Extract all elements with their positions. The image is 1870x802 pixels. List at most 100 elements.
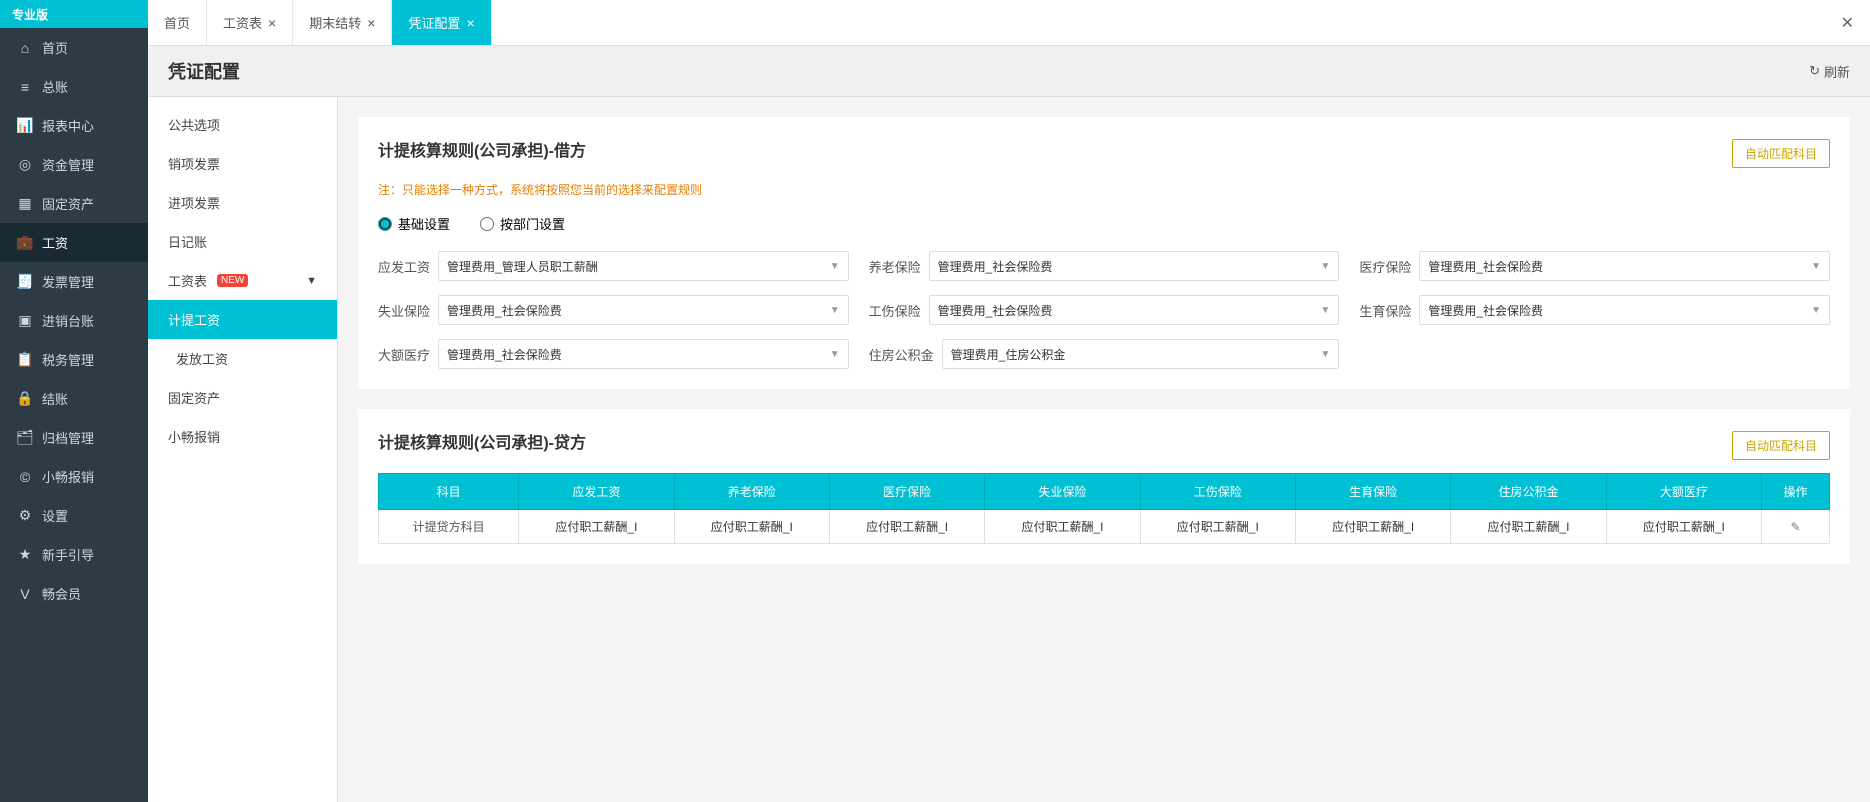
- select-yingfa[interactable]: 管理费用_管理人员职工薪酬 ▼: [438, 251, 849, 281]
- td-yiliao: 应付职工薪酬_I: [829, 510, 984, 544]
- sidebar-item-invoice[interactable]: 🧾 发票管理: [0, 262, 148, 301]
- td-gjj: 应付职工薪酬_I: [1451, 510, 1606, 544]
- credit-auto-match-button[interactable]: 自动匹配科目: [1732, 431, 1830, 460]
- select-yanglao[interactable]: 管理费用_社会保险费 ▼: [929, 251, 1340, 281]
- menu-item-input-invoice[interactable]: 进项发票: [148, 183, 337, 222]
- tab-salary-close[interactable]: ×: [268, 15, 276, 31]
- main-area: 首页 工资表 × 期末结转 × 凭证配置 × ✕ 凭证配置 ↻ 刷新 公共选项: [148, 0, 1870, 802]
- sidebar-item-settings[interactable]: ⚙ 设置: [0, 496, 148, 535]
- field-shiye: 失业保险 管理费用_社会保险费 ▼: [378, 295, 849, 325]
- debit-row-1: 应发工资 管理费用_管理人员职工薪酬 ▼ 养老保险 管理费用_社会保险费 ▼: [378, 251, 1830, 281]
- sidebar-item-close[interactable]: 🔒 结账: [0, 379, 148, 418]
- refresh-button[interactable]: ↻ 刷新: [1809, 62, 1850, 81]
- radio-department-input[interactable]: [480, 217, 494, 231]
- th-gongshang: 工伤保险: [1140, 474, 1295, 510]
- menu-item-fixed-assets[interactable]: 固定资产: [148, 378, 337, 417]
- window-close-icon[interactable]: ✕: [1841, 15, 1854, 32]
- menu-journal-label: 日记账: [168, 232, 207, 251]
- select-gjj[interactable]: 管理费用_住房公积金 ▼: [942, 339, 1340, 369]
- radio-department-label: 按部门设置: [500, 214, 565, 233]
- left-menu: 公共选项 销项发票 进项发票 日记账 工资表 NEW ▼ 计提工资 发放工资: [148, 97, 338, 802]
- sidebar-item-stock[interactable]: ▣ 进销台账: [0, 301, 148, 340]
- credit-section: 计提核算规则(公司承担)-贷方 自动匹配科目 科目 应发工资 养老保险 医疗保险…: [358, 409, 1850, 564]
- td-action[interactable]: ✎: [1762, 510, 1830, 544]
- select-yanglao-value: 管理费用_社会保险费: [938, 258, 1053, 275]
- sidebar-item-salary[interactable]: 💼 工资: [0, 223, 148, 262]
- label-shiye: 失业保险: [378, 301, 430, 320]
- menu-public-label: 公共选项: [168, 115, 220, 134]
- menu-item-public[interactable]: 公共选项: [148, 105, 337, 144]
- sidebar-item-ledger[interactable]: ≡ 总账: [0, 67, 148, 106]
- debit-auto-match-button[interactable]: 自动匹配科目: [1732, 139, 1830, 168]
- menu-xiaochang-label: 小畅报销: [168, 427, 220, 446]
- menu-item-calc-salary[interactable]: 计提工资: [148, 300, 337, 339]
- tab-home[interactable]: 首页: [148, 0, 207, 45]
- edit-icon[interactable]: ✎: [1790, 520, 1800, 534]
- sidebar-label: 资金管理: [42, 155, 94, 174]
- radio-basic-input[interactable]: [378, 217, 392, 231]
- guide-icon: ★: [16, 546, 34, 563]
- sidebar-item-report[interactable]: 📊 报表中心: [0, 106, 148, 145]
- xiaochang-icon: ©: [16, 469, 34, 485]
- select-shiye[interactable]: 管理费用_社会保险费 ▼: [438, 295, 849, 325]
- menu-fixed-assets-label: 固定资产: [168, 388, 220, 407]
- chevron-down-icon: ▼: [1811, 261, 1821, 272]
- radio-basic[interactable]: 基础设置: [378, 214, 450, 233]
- menu-item-red-invoice[interactable]: 销项发票: [148, 144, 337, 183]
- sidebar-item-asset[interactable]: ▦ 固定资产: [0, 184, 148, 223]
- tab-salary-label: 工资表: [223, 13, 262, 32]
- brand-header: 专业版: [0, 0, 148, 28]
- radio-department[interactable]: 按部门设置: [480, 214, 565, 233]
- tab-salary-table[interactable]: 工资表 ×: [207, 0, 293, 45]
- sidebar-item-guide[interactable]: ★ 新手引导: [0, 535, 148, 574]
- archive-icon: 🗂: [16, 429, 34, 446]
- table-row: 计提贷方科目 应付职工薪酬_I 应付职工薪酬_I 应付职工薪酬_I 应付职工薪酬…: [379, 510, 1830, 544]
- sidebar-label: 归档管理: [42, 428, 94, 447]
- sidebar-label: 工资: [42, 233, 68, 252]
- fund-icon: ◎: [16, 156, 34, 173]
- th-action: 操作: [1762, 474, 1830, 510]
- menu-item-journal[interactable]: 日记账: [148, 222, 337, 261]
- th-shengyu: 生育保险: [1295, 474, 1450, 510]
- tab-period-close-btn[interactable]: ×: [367, 15, 375, 31]
- menu-item-pay-salary[interactable]: 发放工资: [148, 339, 337, 378]
- label-yiliao: 医疗保险: [1359, 257, 1411, 276]
- sidebar-item-xiaochang[interactable]: © 小畅报销: [0, 457, 148, 496]
- sidebar-item-fund[interactable]: ◎ 资金管理: [0, 145, 148, 184]
- td-gongshang: 应付职工薪酬_I: [1140, 510, 1295, 544]
- sidebar-item-home[interactable]: ⌂ 首页: [0, 28, 148, 67]
- select-daeyiliao[interactable]: 管理费用_社会保险费 ▼: [438, 339, 849, 369]
- menu-item-salary-table[interactable]: 工资表 NEW ▼: [148, 261, 337, 300]
- sidebar-item-member[interactable]: V 畅会员: [0, 574, 148, 613]
- debit-row-2: 失业保险 管理费用_社会保险费 ▼ 工伤保险 管理费用_社会保险费 ▼: [378, 295, 1830, 325]
- menu-pay-salary-label: 发放工资: [176, 352, 228, 367]
- label-daeyiliao: 大额医疗: [378, 345, 430, 364]
- invoice-icon: 🧾: [16, 273, 34, 290]
- credit-section-title: 计提核算规则(公司承担)-贷方: [378, 429, 586, 453]
- sidebar-item-archive[interactable]: 🗂 归档管理: [0, 418, 148, 457]
- tab-voucher-config[interactable]: 凭证配置 ×: [392, 0, 491, 45]
- sidebar-item-tax[interactable]: 📋 税务管理: [0, 340, 148, 379]
- tab-period-close[interactable]: 期末结转 ×: [293, 0, 392, 45]
- right-content: 计提核算规则(公司承担)-借方 自动匹配科目 注：只能选择一种方式，系统将按照您…: [338, 97, 1870, 802]
- select-shengyu[interactable]: 管理费用_社会保险费 ▼: [1419, 295, 1830, 325]
- menu-input-invoice-label: 进项发票: [168, 193, 220, 212]
- chevron-down-icon: ▼: [830, 349, 840, 360]
- select-yiliao[interactable]: 管理费用_社会保险费 ▼: [1419, 251, 1830, 281]
- th-daeyiliao: 大额医疗: [1606, 474, 1761, 510]
- menu-item-xiaochang-expense[interactable]: 小畅报销: [148, 417, 337, 456]
- label-shengyu: 生育保险: [1359, 301, 1411, 320]
- td-daeyiliao: 应付职工薪酬_I: [1606, 510, 1761, 544]
- debit-section-title: 计提核算规则(公司承担)-借方: [378, 137, 586, 161]
- debit-section-note: 注：只能选择一种方式，系统将按照您当前的选择来配置规则: [378, 181, 1830, 198]
- chevron-down-icon: ▼: [1811, 305, 1821, 316]
- sidebar-label: 税务管理: [42, 350, 94, 369]
- select-gongshang[interactable]: 管理费用_社会保险费 ▼: [929, 295, 1340, 325]
- report-icon: 📊: [16, 117, 34, 134]
- select-yingfa-value: 管理费用_管理人员职工薪酬: [447, 258, 598, 275]
- th-shiye: 失业保险: [985, 474, 1140, 510]
- tab-voucher-close[interactable]: ×: [466, 15, 474, 31]
- select-gongshang-value: 管理费用_社会保险费: [938, 302, 1053, 319]
- td-yingfa: 应付职工薪酬_I: [519, 510, 674, 544]
- menu-red-invoice-label: 销项发票: [168, 154, 220, 173]
